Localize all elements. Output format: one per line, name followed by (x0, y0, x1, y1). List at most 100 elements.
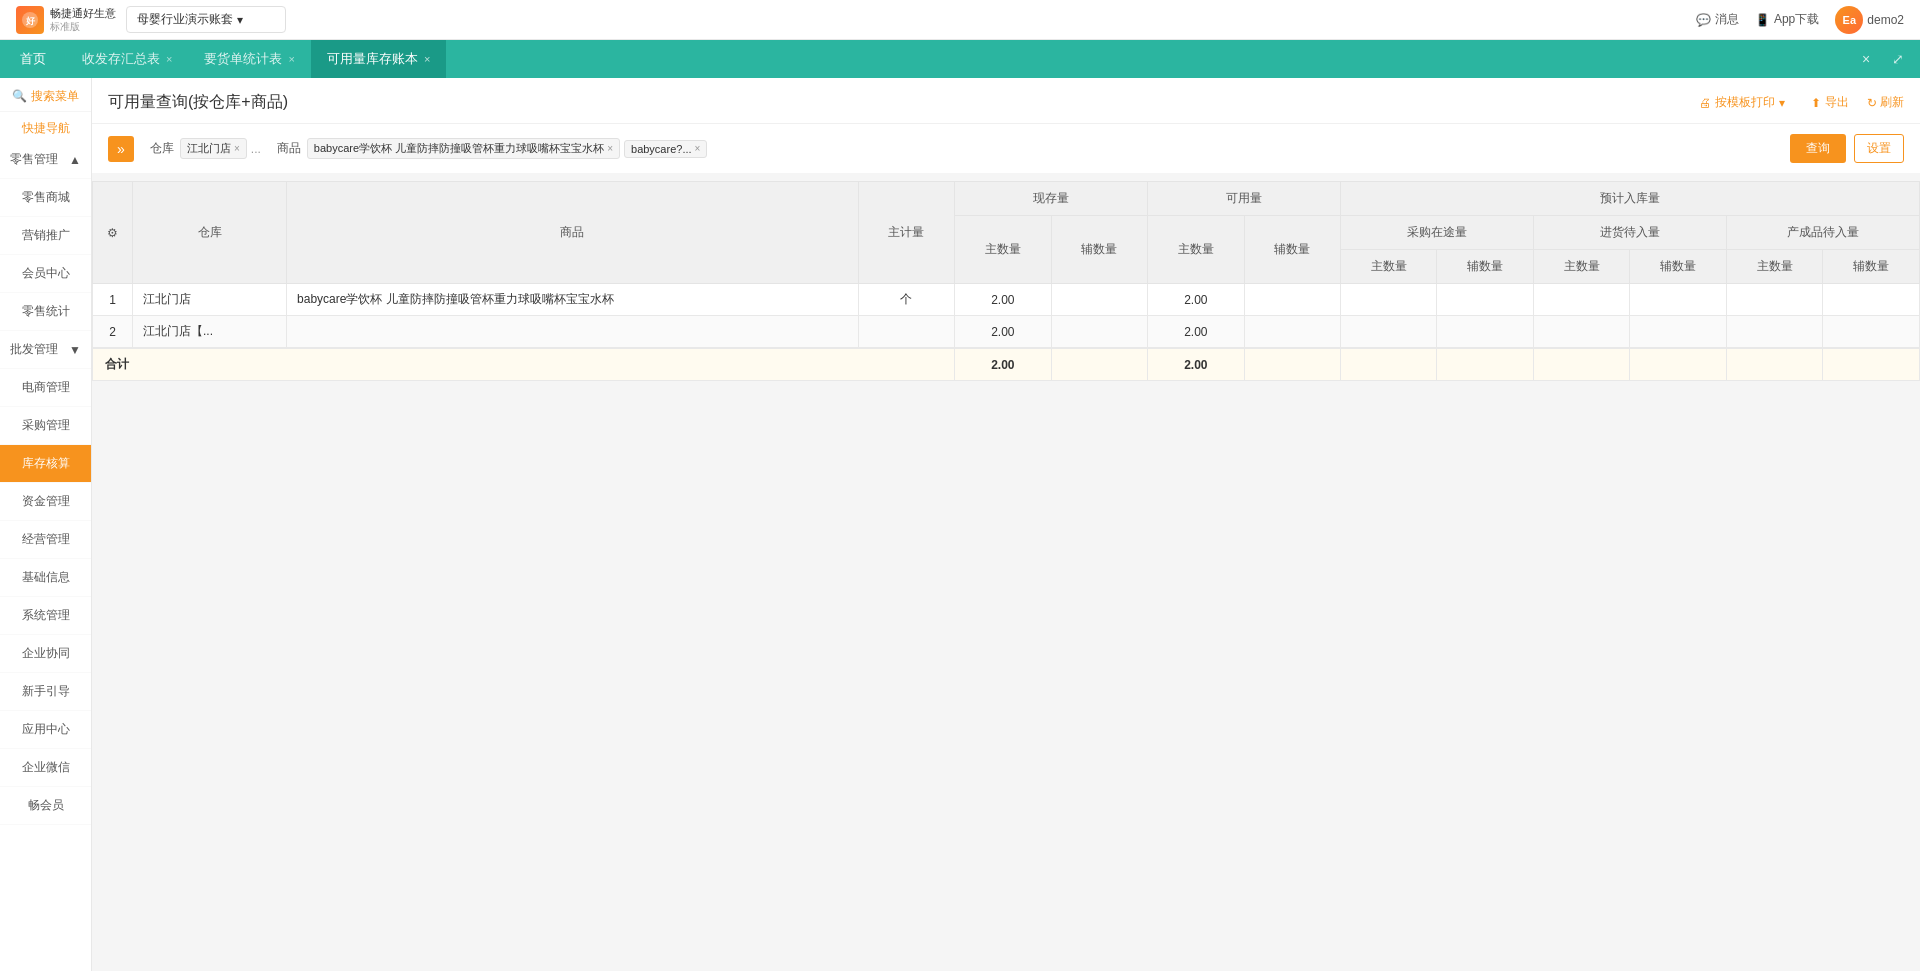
product-tag2-close[interactable]: × (695, 143, 701, 154)
tab-close-all-btn[interactable]: × (1852, 45, 1880, 73)
filter-actions-right: 查询 设置 (1790, 134, 1904, 163)
sidebar-item-finance[interactable]: 资金管理 (0, 483, 91, 521)
col-avail-aux-header: 辅数量 (1244, 216, 1340, 284)
sidebar-item-retail-stats[interactable]: 零售统计 (0, 293, 91, 331)
sidebar-search[interactable]: 🔍 搜索菜单 (0, 78, 91, 112)
content-area: 可用量查询(按仓库+商品) 🖨 按模板打印 ▾ ⬆ 导出 ↻ 刷新 (92, 78, 1920, 971)
sidebar-item-system[interactable]: 系统管理 (0, 597, 91, 635)
tab-available-inventory[interactable]: 可用量库存账本 × (311, 40, 446, 78)
table-area: ⚙ 仓库 商品 主计量 现存量 可用量 预计入库量 主数量 辅数量 主数量 (92, 181, 1920, 381)
top-header: 好 畅捷通好生意 标准版 母婴行业演示账套 ▾ 💬 消息 📱 App下载 Ea … (0, 0, 1920, 40)
header-right: 💬 消息 📱 App下载 Ea demo2 (1696, 6, 1904, 34)
refresh-icon: ↻ (1867, 96, 1877, 110)
chevron-down-icon: ▾ (1779, 96, 1785, 110)
footer-avail-aux (1244, 348, 1340, 381)
tab-close-receipt[interactable]: × (166, 53, 172, 65)
sidebar-item-retail-mall[interactable]: 零售商城 (0, 179, 91, 217)
sidebar-item-enterprise-collab[interactable]: 企业协同 (0, 635, 91, 673)
col-product-header: 商品 (287, 182, 859, 284)
sidebar-item-inventory[interactable]: 库存核算 (0, 445, 91, 483)
warehouse-tag-group: 江北门店 × ... (180, 138, 261, 159)
sidebar-item-retail-mgmt[interactable]: 零售管理 ▲ (0, 141, 91, 179)
industry-select[interactable]: 母婴行业演示账套 ▾ (126, 6, 286, 33)
footer-avail-main: 2.00 (1148, 348, 1244, 381)
sidebar-item-wholesale-mgmt[interactable]: 批发管理 ▼ (0, 331, 91, 369)
footer-production-main (1726, 348, 1822, 381)
product-tag1-close[interactable]: × (607, 143, 613, 154)
logo-icon: 好 (16, 6, 44, 34)
footer-stock-aux (1051, 348, 1147, 381)
col-stock-main-header: 主数量 (955, 216, 1051, 284)
filter-bar: » 仓库 江北门店 × ... 商品 babycare (92, 123, 1920, 173)
tab-order-stats[interactable]: 要货单统计表 × (188, 40, 310, 78)
app-download-action[interactable]: 📱 App下载 (1755, 11, 1819, 28)
page-header-actions: 🖨 按模板打印 ▾ ⬆ 导出 ↻ 刷新 (1691, 90, 1904, 115)
col-purchase-transit-header: 采购在途量 (1341, 216, 1534, 250)
sidebar-item-operations[interactable]: 经营管理 (0, 521, 91, 559)
col-settings[interactable]: ⚙ (93, 182, 133, 284)
arrow-icon: ▼ (69, 343, 81, 357)
sidebar-item-app-center[interactable]: 应用中心 (0, 711, 91, 749)
product-tag-2[interactable]: babycare?... × (624, 140, 707, 158)
col-production-main-header: 主数量 (1726, 250, 1822, 284)
page-header: 可用量查询(按仓库+商品) 🖨 按模板打印 ▾ ⬆ 导出 ↻ 刷新 (92, 78, 1920, 123)
footer-incoming-main (1533, 348, 1629, 381)
col-main-unit-header: 主计量 (858, 182, 954, 284)
sidebar-item-member[interactable]: 畅会员 (0, 787, 91, 825)
user-action[interactable]: Ea demo2 (1835, 6, 1904, 34)
tab-receipt-summary[interactable]: 收发存汇总表 × (66, 40, 188, 78)
print-btn[interactable]: 🖨 按模板打印 ▾ (1691, 90, 1793, 115)
col-forecast-header: 预计入库量 (1341, 182, 1920, 216)
footer-incoming-aux (1630, 348, 1726, 381)
footer-purchase-main (1341, 348, 1437, 381)
tab-bar-right: × ⤢ (1852, 45, 1920, 73)
tab-close-order[interactable]: × (288, 53, 294, 65)
page-title: 可用量查询(按仓库+商品) (108, 92, 288, 113)
tab-home[interactable]: 首页 (0, 40, 66, 78)
sidebar-item-enterprise-wechat[interactable]: 企业微信 (0, 749, 91, 787)
page-container: 可用量查询(按仓库+商品) 🖨 按模板打印 ▾ ⬆ 导出 ↻ 刷新 (92, 78, 1920, 971)
tab-bar: 首页 收发存汇总表 × 要货单统计表 × 可用量库存账本 × × ⤢ (0, 40, 1920, 78)
print-icon: 🖨 (1699, 96, 1711, 110)
footer-stock-main: 2.00 (955, 348, 1051, 381)
tab-close-available[interactable]: × (424, 53, 430, 65)
product-tag-group: babycare学饮杯 儿童防摔防撞吸管杯重力球吸嘴杯宝宝水杯 × babyca… (307, 138, 708, 159)
phone-icon: 📱 (1755, 13, 1770, 27)
setting-btn[interactable]: 设置 (1854, 134, 1904, 163)
warehouse-tag[interactable]: 江北门店 × (180, 138, 247, 159)
message-action[interactable]: 💬 消息 (1696, 11, 1739, 28)
sidebar-item-new-guide[interactable]: 新手引导 (0, 673, 91, 711)
product-tag-1[interactable]: babycare学饮杯 儿童防摔防撞吸管杯重力球吸嘴杯宝宝水杯 × (307, 138, 620, 159)
col-available-header: 可用量 (1148, 182, 1341, 216)
export-btn[interactable]: ⬆ 导出 (1803, 90, 1857, 115)
logo-text: 畅捷通好生意 标准版 (50, 6, 116, 33)
table-footer-row: 合计 2.00 2.00 (93, 348, 1920, 381)
sidebar-item-ecommerce[interactable]: 电商管理 (0, 369, 91, 407)
query-btn[interactable]: 查询 (1790, 134, 1846, 163)
main-layout: 🔍 搜索菜单 快捷导航 零售管理 ▲ 零售商城 营销推广 会员中心 零售统计 批… (0, 78, 1920, 971)
warehouse-more-btn[interactable]: ... (251, 142, 261, 156)
sidebar-item-marketing[interactable]: 营销推广 (0, 217, 91, 255)
header-left: 好 畅捷通好生意 标准版 母婴行业演示账套 ▾ (16, 6, 286, 34)
avatar: Ea (1835, 6, 1863, 34)
footer-production-aux (1823, 348, 1920, 381)
footer-label: 合计 (93, 348, 955, 381)
col-avail-main-header: 主数量 (1148, 216, 1244, 284)
sidebar-quick-nav[interactable]: 快捷导航 (0, 112, 91, 141)
sidebar-item-purchase[interactable]: 采购管理 (0, 407, 91, 445)
col-warehouse-header: 仓库 (133, 182, 287, 284)
col-purchase-main-header: 主数量 (1341, 250, 1437, 284)
logo-area: 好 畅捷通好生意 标准版 (16, 6, 116, 34)
export-icon: ⬆ (1811, 96, 1821, 110)
sidebar-item-member-center[interactable]: 会员中心 (0, 255, 91, 293)
refresh-btn[interactable]: ↻ 刷新 (1867, 94, 1904, 111)
warehouse-tag-close[interactable]: × (234, 143, 240, 154)
filter-expand-btn[interactable]: » (108, 136, 134, 162)
col-production-header: 产成品待入量 (1726, 216, 1919, 250)
inventory-table: ⚙ 仓库 商品 主计量 现存量 可用量 预计入库量 主数量 辅数量 主数量 (92, 181, 1920, 381)
col-incoming-header: 进货待入量 (1533, 216, 1726, 250)
col-production-aux-header: 辅数量 (1823, 250, 1920, 284)
tab-maximize-btn[interactable]: ⤢ (1884, 45, 1912, 73)
col-current-stock-header: 现存量 (955, 182, 1148, 216)
sidebar-item-basic-info[interactable]: 基础信息 (0, 559, 91, 597)
